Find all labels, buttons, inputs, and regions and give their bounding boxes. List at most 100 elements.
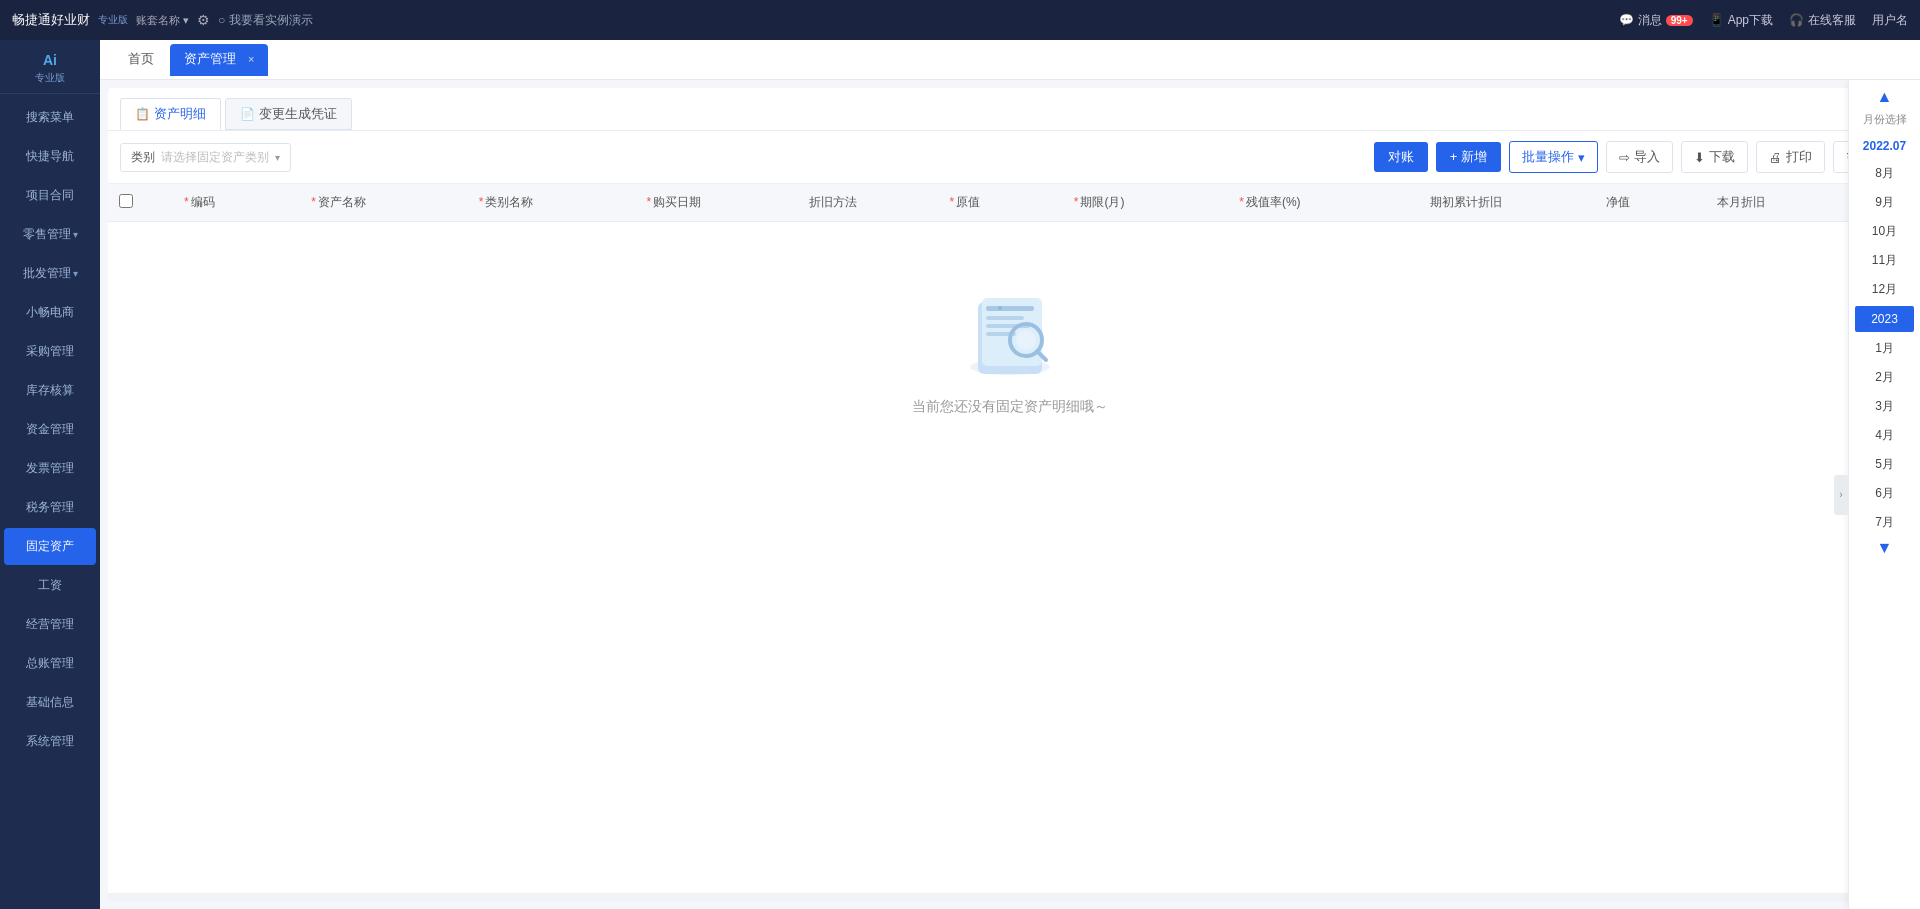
month-item-feb[interactable]: 2月 (1849, 363, 1920, 392)
month-item-jul[interactable]: 7月 (1849, 508, 1920, 537)
sidebar-label-project: 项目合同 (26, 187, 74, 204)
customer-service-button[interactable]: 🎧 在线客服 (1789, 12, 1856, 29)
month-item-jun[interactable]: 6月 (1849, 479, 1920, 508)
month-item-current[interactable]: 2022.07 (1849, 133, 1920, 159)
panel-toggle-icon: › (1839, 489, 1842, 500)
sidebar-item-retail[interactable]: 零售管理 ▾ (4, 216, 96, 253)
customer-service-label: 在线客服 (1808, 12, 1856, 29)
print-button[interactable]: 🖨 打印 (1756, 141, 1825, 173)
user-name[interactable]: 用户名 (1872, 12, 1908, 29)
dropdown-icon[interactable]: ▾ (183, 14, 189, 26)
sidebar-item-wholesale[interactable]: 批发管理 ▾ (4, 255, 96, 292)
sidebar-item-search[interactable]: 搜索菜单 (4, 99, 96, 136)
batch-arrow-icon: ▾ (1578, 150, 1585, 165)
month-item-sep[interactable]: 9月 (1849, 188, 1920, 217)
sidebar-item-basic-info[interactable]: 基础信息 (4, 684, 96, 721)
month-panel: ▲ 月份选择 2022.07 8月 9月 10月 11月 12月 2023 1月… (1848, 80, 1920, 909)
month-item-dec[interactable]: 12月 (1849, 275, 1920, 304)
account-dropdown[interactable]: 账套名称 ▾ (136, 13, 189, 28)
svg-point-10 (998, 306, 1002, 310)
sidebar-item-tax[interactable]: 税务管理 (4, 489, 96, 526)
month-item-oct[interactable]: 10月 (1849, 217, 1920, 246)
sidebar-label-general-ledger: 总账管理 (26, 655, 74, 672)
tab-assets-label: 资产管理 (184, 50, 236, 68)
col-original-value: *原值 (909, 184, 1020, 222)
sidebar-item-salary[interactable]: 工资 (4, 567, 96, 604)
select-all-checkbox[interactable] (119, 194, 133, 208)
sidebar-item-system[interactable]: 系统管理 (4, 723, 96, 760)
demo-link[interactable]: ○ 我要看实例演示 (218, 12, 313, 29)
import-button[interactable]: ⇨ 导入 (1606, 141, 1673, 173)
settings-icon[interactable]: ⚙ (197, 12, 210, 28)
sidebar-item-general-ledger[interactable]: 总账管理 (4, 645, 96, 682)
sidebar-label-management: 经营管理 (26, 616, 74, 633)
sidebar-label-tax: 税务管理 (26, 499, 74, 516)
month-item-apr[interactable]: 4月 (1849, 421, 1920, 450)
retail-arrow-icon: ▾ (73, 229, 78, 240)
batch-button[interactable]: 批量操作 ▾ (1509, 141, 1598, 173)
sidebar-label-fixed-assets: 固定资产 (26, 538, 74, 555)
app-download-button[interactable]: 📱 App下载 (1709, 12, 1773, 29)
account-name: 账套名称 (136, 14, 180, 26)
tab-close-icon[interactable]: × (248, 53, 254, 65)
svg-rect-4 (986, 316, 1024, 320)
assets-table: *编码 *资产名称 *类别名称 *购买日期 折旧方法 *原值 *期限(月) *残… (108, 184, 1912, 222)
message-icon: 💬 (1619, 13, 1634, 27)
col-net-value: 净值 (1570, 184, 1665, 222)
reconcile-button[interactable]: 对账 (1374, 142, 1428, 172)
month-item-mar[interactable]: 3月 (1849, 392, 1920, 421)
tab-assets-mgmt[interactable]: 资产管理 × (170, 44, 268, 76)
filter-arrow-icon[interactable]: ▾ (275, 152, 280, 163)
svg-rect-3 (986, 306, 1034, 311)
add-label: + 新增 (1450, 148, 1487, 166)
empty-illustration (950, 282, 1070, 382)
sub-tab-change-voucher[interactable]: 📄 变更生成凭证 (225, 98, 352, 130)
sidebar-label-purchase: 采购管理 (26, 343, 74, 360)
sidebar-item-finance[interactable]: 资金管理 (4, 411, 96, 448)
month-item-nov[interactable]: 11月 (1849, 246, 1920, 275)
category-filter[interactable]: 类别 请选择固定资产类别 ▾ (120, 143, 291, 172)
download-label: 下载 (1709, 148, 1735, 166)
sidebar-item-inventory[interactable]: 库存核算 (4, 372, 96, 409)
sub-tab-asset-detail[interactable]: 📋 资产明细 (120, 98, 221, 130)
panel-toggle-button[interactable]: › (1834, 475, 1848, 515)
sub-tab-asset-detail-label: 资产明细 (154, 105, 206, 123)
change-voucher-icon: 📄 (240, 107, 255, 121)
main-layout: Ai 专业版 搜索菜单 快捷导航 项目合同 零售管理 ▾ 批发管理 ▾ 小畅电商… (0, 40, 1920, 909)
asset-detail-icon: 📋 (135, 107, 150, 121)
top-bar-right: 💬 消息 99+ 📱 App下载 🎧 在线客服 用户名 (1619, 12, 1908, 29)
reconcile-label: 对账 (1388, 148, 1414, 166)
col-purchase-date: *购买日期 (590, 184, 758, 222)
print-label: 打印 (1786, 148, 1812, 166)
select-all-column (108, 184, 144, 222)
sidebar-label-ecommerce: 小畅电商 (26, 304, 74, 321)
month-nav-up[interactable]: ▲ (1877, 86, 1893, 108)
toolbar: 类别 请选择固定资产类别 ▾ 对账 + 新增 批量操作 ▾ (108, 131, 1912, 184)
sidebar-item-ecommerce[interactable]: 小畅电商 (4, 294, 96, 331)
svg-point-8 (1016, 330, 1036, 350)
print-icon: 🖨 (1769, 150, 1782, 165)
month-item-jan[interactable]: 1月 (1849, 334, 1920, 363)
sidebar-item-purchase[interactable]: 采购管理 (4, 333, 96, 370)
sidebar-label-invoice: 发票管理 (26, 460, 74, 477)
month-item-may[interactable]: 5月 (1849, 450, 1920, 479)
page-content: 📋 资产明细 📄 变更生成凭证 类别 请选择固定资产类别 ▾ (100, 80, 1920, 909)
sidebar-label-finance: 资金管理 (26, 421, 74, 438)
empty-text: 当前您还没有固定资产明细哦～ (912, 398, 1108, 416)
tab-home[interactable]: 首页 (112, 42, 170, 78)
message-count: 99+ (1666, 15, 1693, 26)
sidebar-label-search: 搜索菜单 (26, 109, 74, 126)
sidebar-item-fixed-assets[interactable]: 固定资产 (4, 528, 96, 565)
toolbar-right: 对账 + 新增 批量操作 ▾ ⇨ 导入 (1374, 141, 1900, 173)
month-nav-down[interactable]: ▼ (1877, 537, 1893, 559)
year-badge-2023[interactable]: 2023 (1855, 306, 1914, 332)
sidebar-item-quick-nav[interactable]: 快捷导航 (4, 138, 96, 175)
message-button[interactable]: 💬 消息 99+ (1619, 12, 1693, 29)
download-button[interactable]: ⬇ 下载 (1681, 141, 1748, 173)
sidebar-item-management[interactable]: 经营管理 (4, 606, 96, 643)
month-item-aug[interactable]: 8月 (1849, 159, 1920, 188)
sidebar-item-project[interactable]: 项目合同 (4, 177, 96, 214)
download-icon: ⬇ (1694, 150, 1705, 165)
add-button[interactable]: + 新增 (1436, 142, 1501, 172)
sidebar-item-invoice[interactable]: 发票管理 (4, 450, 96, 487)
